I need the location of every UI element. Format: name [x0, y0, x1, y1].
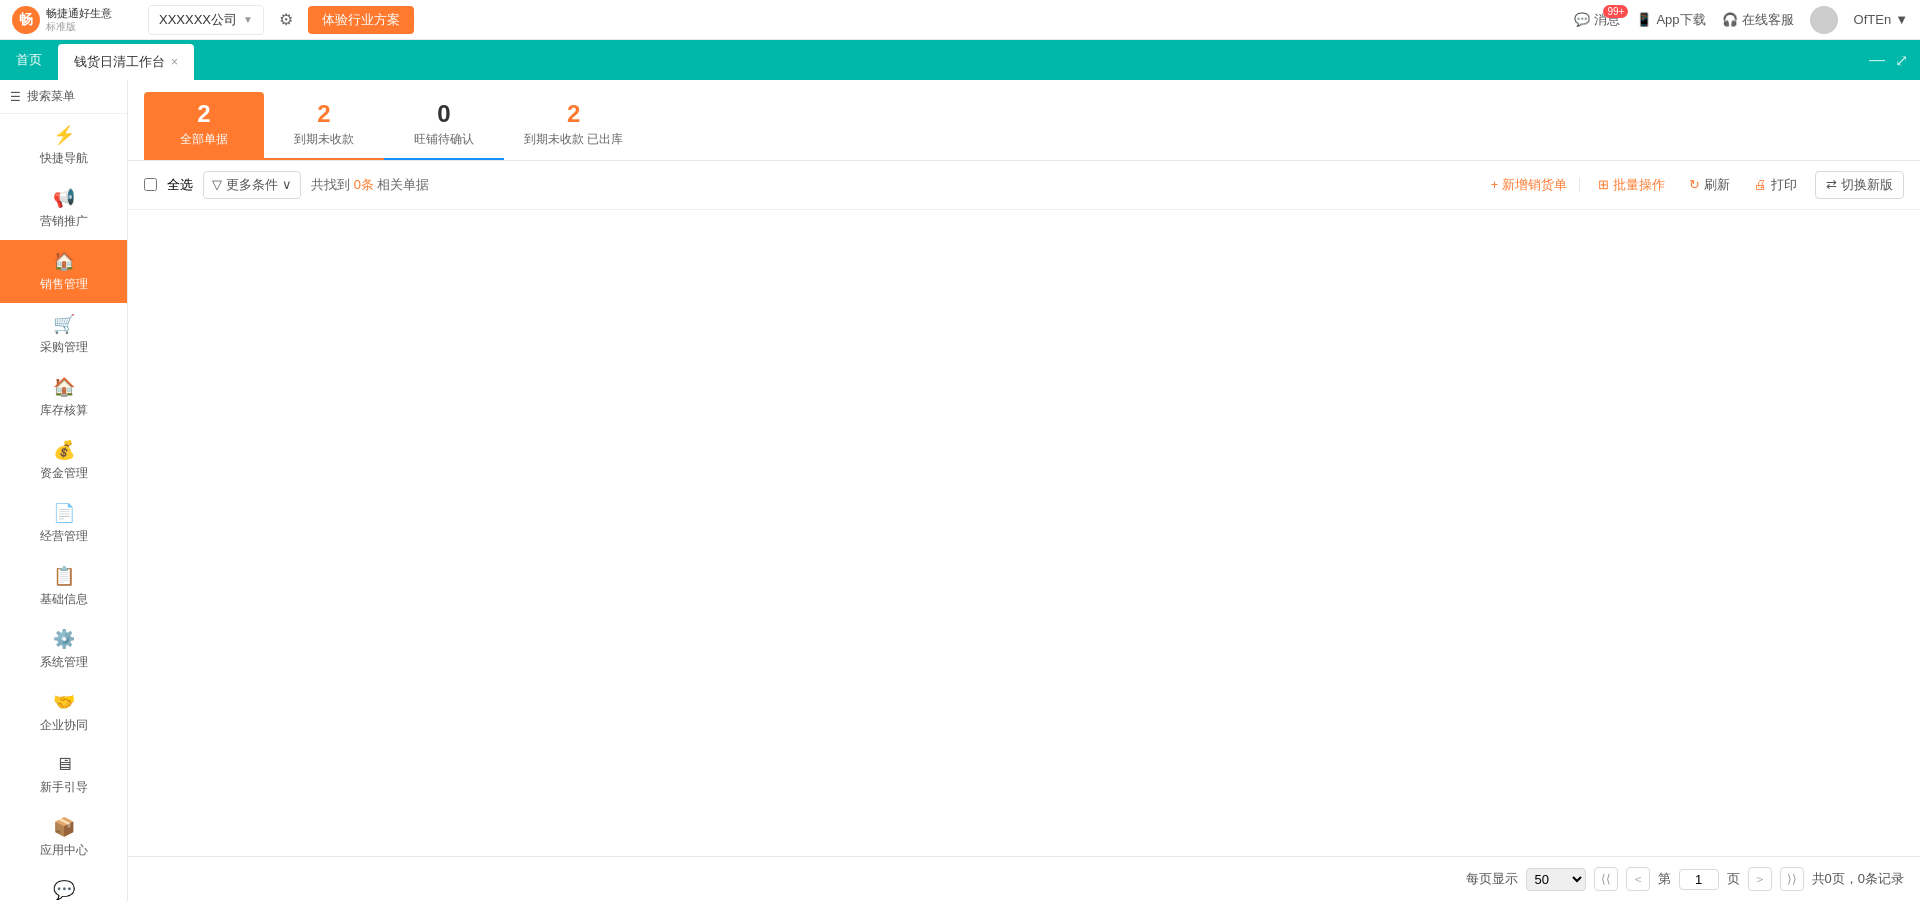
- main-layout: ☰ 搜索菜单 ⚡ 快捷导航 📢 营销推广 🏠 销售管理 🛒 采购管理 🏠 库存核…: [0, 80, 1920, 901]
- switch-version-button[interactable]: ⇄ 切换新版: [1815, 171, 1904, 199]
- tab-underline-blue: [384, 158, 504, 160]
- sidebar-item-app-center[interactable]: 📦 应用中心: [0, 806, 127, 869]
- filter-icon: ▽: [212, 177, 222, 192]
- toolbar-left: 全选 ▽ 更多条件 ∨ 共找到 0条 相关单据: [144, 171, 429, 199]
- sidebar-item-beginner[interactable]: 🖥 新手引导: [0, 744, 127, 806]
- stats-tabs: 2 全部单据 2 到期未收款 0 旺铺待确认 2 到期未收款 已出库: [128, 80, 1920, 161]
- company-selector[interactable]: XXXXXX公司 ▼: [148, 5, 264, 35]
- tab-minimize-icon[interactable]: —: [1869, 51, 1885, 69]
- app-center-icon: 📦: [53, 816, 75, 838]
- company-name: XXXXXX公司: [159, 11, 237, 29]
- sidebar-item-base-info[interactable]: 📋 基础信息: [0, 555, 127, 618]
- pagination: 每页显示 10 20 50 100 ⟨⟨ ＜ 第 页 ＞ ⟩⟩ 共0页，0条记录: [128, 856, 1920, 901]
- settings-icon[interactable]: ⚙: [272, 6, 300, 34]
- app-download-button[interactable]: 📱 App下载: [1636, 11, 1705, 29]
- per-page-label: 每页显示: [1466, 870, 1518, 888]
- tab-workspace[interactable]: 钱货日清工作台 ×: [58, 44, 194, 80]
- sidebar-item-wechat[interactable]: 💬 企业微信: [0, 869, 127, 901]
- top-header: 畅 畅捷通好生意 标准版 XXXXXX公司 ▼ ⚙ 体验行业方案 💬 消息 99…: [0, 0, 1920, 40]
- user-chevron-icon: ▼: [1895, 12, 1908, 27]
- sidebar-item-system[interactable]: ⚙️ 系统管理: [0, 618, 127, 681]
- search-icon: ☰: [10, 90, 21, 104]
- sales-icon: 🏠: [53, 250, 75, 272]
- new-order-button[interactable]: + 新增销货单: [1491, 176, 1567, 194]
- stat-tab-overdue-out[interactable]: 2 到期未收款 已出库: [504, 92, 643, 160]
- batch-icon: ⊞: [1598, 177, 1609, 192]
- download-icon: 📱: [1636, 12, 1652, 27]
- sidebar-item-purchase[interactable]: 🛒 采购管理: [0, 303, 127, 366]
- sidebar-item-marketing[interactable]: 📢 营销推广: [0, 177, 127, 240]
- refresh-button[interactable]: ↻ 刷新: [1683, 172, 1736, 198]
- inventory-icon: 🏠: [53, 376, 75, 398]
- total-label: 共0页，0条记录: [1812, 870, 1904, 888]
- sidebar-item-operations[interactable]: 📄 经营管理: [0, 492, 127, 555]
- sidebar-item-enterprise[interactable]: 🤝 企业协同: [0, 681, 127, 744]
- message-icon: 💬: [1574, 12, 1590, 27]
- per-page-select[interactable]: 10 20 50 100: [1526, 868, 1586, 891]
- chevron-down-icon: ▼: [243, 14, 253, 25]
- purchase-icon: 🛒: [53, 313, 75, 335]
- logo-text: 畅捷通好生意 标准版: [46, 6, 112, 33]
- tab-bar-actions: — ⤢: [1869, 51, 1920, 70]
- beginner-icon: 🖥: [55, 754, 73, 775]
- toolbar-right: + 新增销货单 ⊞ 批量操作 ↻ 刷新 🖨 打印 ⇄ 切换新版: [1491, 171, 1904, 199]
- page-label: 第: [1658, 870, 1671, 888]
- prev-page-button[interactable]: ＜: [1626, 867, 1650, 891]
- batch-operation-button[interactable]: ⊞ 批量操作: [1592, 172, 1671, 198]
- page-input[interactable]: [1679, 869, 1719, 890]
- base-info-icon: 📋: [53, 565, 75, 587]
- filter-chevron-icon: ∨: [282, 177, 292, 192]
- select-all-label: 全选: [167, 176, 193, 194]
- user-name[interactable]: OfTEn ▼: [1854, 12, 1908, 27]
- enterprise-icon: 🤝: [53, 691, 75, 713]
- logo-area: 畅 畅捷通好生意 标准版: [12, 6, 140, 34]
- divider: [1579, 178, 1580, 192]
- tab-bar: 首页 钱货日清工作台 × — ⤢: [0, 40, 1920, 80]
- sidebar-item-inventory[interactable]: 🏠 库存核算: [0, 366, 127, 429]
- service-icon: 🎧: [1722, 12, 1738, 27]
- tab-close-icon[interactable]: ×: [171, 55, 178, 69]
- message-badge: 99+: [1603, 5, 1628, 18]
- first-page-button[interactable]: ⟨⟨: [1594, 867, 1618, 891]
- logo-icon: 畅: [12, 6, 40, 34]
- wechat-icon: 💬: [53, 879, 75, 901]
- filter-button[interactable]: ▽ 更多条件 ∨: [203, 171, 301, 199]
- select-all-checkbox[interactable]: [144, 178, 157, 191]
- sidebar-item-sales[interactable]: 🏠 销售管理: [0, 240, 127, 303]
- stat-tab-wangpu[interactable]: 0 旺铺待确认: [384, 92, 504, 160]
- print-button[interactable]: 🖨 打印: [1748, 172, 1803, 198]
- refresh-icon: ↻: [1689, 177, 1700, 192]
- sidebar: ☰ 搜索菜单 ⚡ 快捷导航 📢 营销推广 🏠 销售管理 🛒 采购管理 🏠 库存核…: [0, 80, 128, 901]
- quick-nav-icon: ⚡: [53, 124, 75, 146]
- header-right: 💬 消息 99+ 📱 App下载 🎧 在线客服 OfTEn ▼: [1574, 6, 1908, 34]
- finance-icon: 💰: [53, 439, 75, 461]
- result-text: 共找到 0条 相关单据: [311, 176, 429, 194]
- table-area: [128, 210, 1920, 856]
- stat-tab-overdue[interactable]: 2 到期未收款: [264, 92, 384, 160]
- sidebar-item-quick-nav[interactable]: ⚡ 快捷导航: [0, 114, 127, 177]
- avatar[interactable]: [1810, 6, 1838, 34]
- trial-button[interactable]: 体验行业方案: [308, 6, 414, 34]
- marketing-icon: 📢: [53, 187, 75, 209]
- switch-icon: ⇄: [1826, 177, 1837, 192]
- tab-underline-orange: [264, 158, 384, 160]
- stat-tab-all[interactable]: 2 全部单据: [144, 92, 264, 160]
- sidebar-item-finance[interactable]: 💰 资金管理: [0, 429, 127, 492]
- system-icon: ⚙️: [53, 628, 75, 650]
- tab-home[interactable]: 首页: [0, 40, 58, 80]
- page-suffix: 页: [1727, 870, 1740, 888]
- next-page-button[interactable]: ＞: [1748, 867, 1772, 891]
- message-button[interactable]: 💬 消息 99+: [1574, 11, 1620, 29]
- last-page-button[interactable]: ⟩⟩: [1780, 867, 1804, 891]
- search-menu-item[interactable]: ☰ 搜索菜单: [0, 80, 127, 114]
- online-service-button[interactable]: 🎧 在线客服: [1722, 11, 1794, 29]
- content-area: 2 全部单据 2 到期未收款 0 旺铺待确认 2 到期未收款 已出库 全选: [128, 80, 1920, 901]
- print-icon: 🖨: [1754, 177, 1767, 192]
- toolbar: 全选 ▽ 更多条件 ∨ 共找到 0条 相关单据 + 新增销货单 ⊞ 批量操作: [128, 161, 1920, 210]
- operations-icon: 📄: [53, 502, 75, 524]
- tab-expand-icon[interactable]: ⤢: [1895, 51, 1908, 70]
